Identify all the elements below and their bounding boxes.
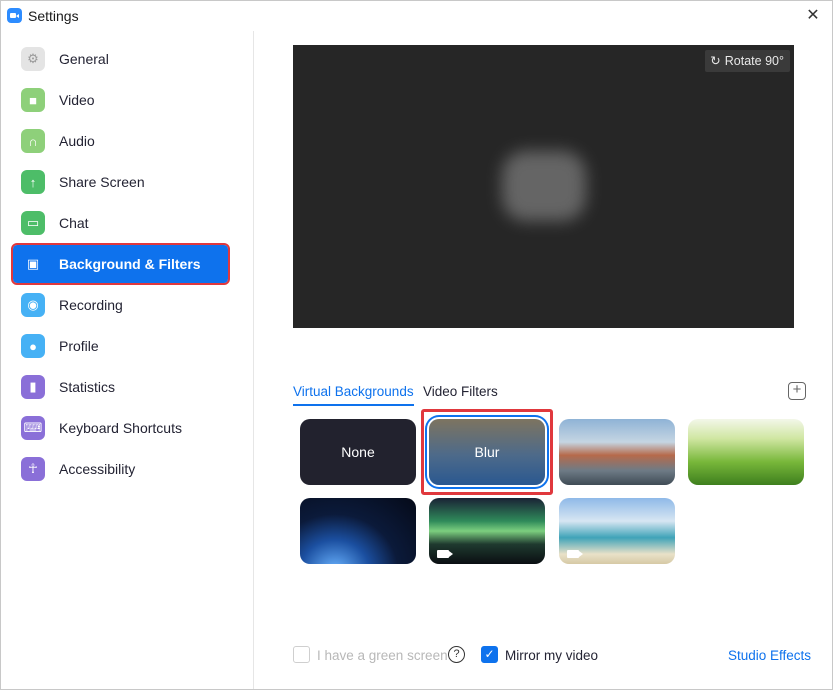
blurred-camera-logo: [502, 151, 586, 221]
rotate-icon: ↻: [710, 54, 721, 68]
background-earth-from-space[interactable]: [300, 498, 416, 564]
video-camera-icon: ■: [21, 88, 45, 112]
keyboard-icon: ⌨: [21, 416, 45, 440]
sidebar-item-audio[interactable]: ∩ Audio: [13, 122, 228, 160]
sidebar-item-label: Background & Filters: [59, 256, 201, 272]
zoom-app-icon: [7, 8, 22, 23]
sidebar-item-label: Accessibility: [59, 461, 136, 477]
sidebar-item-keyboard-shortcuts[interactable]: ⌨ Keyboard Shortcuts: [13, 409, 228, 447]
add-background-icon[interactable]: +: [788, 382, 806, 400]
sidebar-item-statistics[interactable]: ▮ Statistics: [13, 368, 228, 406]
sidebar-item-label: Keyboard Shortcuts: [59, 420, 182, 436]
sidebar-item-label: Profile: [59, 338, 99, 354]
video-preview: ↻ Rotate 90°: [293, 45, 794, 328]
rotate-label: Rotate 90°: [724, 54, 784, 68]
sidebar-item-accessibility[interactable]: ☥ Accessibility: [13, 450, 228, 488]
sidebar-item-share-screen[interactable]: ↑ Share Screen: [13, 163, 228, 201]
accessibility-icon: ☥: [21, 457, 45, 481]
sidebar-item-label: Chat: [59, 215, 89, 231]
gear-icon: ⚙: [21, 47, 45, 71]
sidebar-item-label: Video: [59, 92, 95, 108]
sidebar-item-label: Audio: [59, 133, 95, 149]
mirror-video-label: Mirror my video: [505, 648, 599, 663]
sidebar-item-label: Statistics: [59, 379, 116, 395]
background-label: Blur: [474, 444, 500, 460]
record-icon: ◉: [21, 293, 45, 317]
settings-window: Settings ✕ ⚙ General ■ Video ∩ Audio ↑ S…: [0, 0, 833, 690]
sidebar-item-video[interactable]: ■ Video: [13, 81, 228, 119]
bar-chart-icon: ▮: [21, 375, 45, 399]
sidebar-item-label: General: [59, 51, 109, 67]
window-title: Settings: [28, 8, 79, 24]
tab-virtual-backgrounds[interactable]: Virtual Backgrounds: [293, 382, 414, 406]
tab-video-filters[interactable]: Video Filters: [423, 382, 498, 406]
background-tabs: Virtual Backgrounds Video Filters +: [293, 382, 806, 406]
chat-bubble-icon: ▭: [21, 211, 45, 235]
person-icon: ●: [21, 334, 45, 358]
mirror-video-checkbox[interactable]: ✓: [481, 646, 498, 663]
green-screen-label: I have a green screen: [317, 648, 448, 663]
background-blur[interactable]: Blur: [429, 419, 545, 485]
sidebar-item-label: Recording: [59, 297, 123, 313]
studio-effects-link[interactable]: Studio Effects: [728, 648, 811, 663]
sidebar-item-profile[interactable]: ● Profile: [13, 327, 228, 365]
title-bar: Settings ✕: [1, 1, 832, 31]
settings-sidebar: ⚙ General ■ Video ∩ Audio ↑ Share Screen…: [1, 31, 254, 689]
close-icon[interactable]: ✕: [800, 3, 826, 29]
share-screen-icon: ↑: [21, 170, 45, 194]
background-golden-gate-bridge[interactable]: [559, 419, 675, 485]
background-beach[interactable]: [559, 498, 675, 564]
background-grass[interactable]: [688, 419, 804, 485]
rotate-button[interactable]: ↻ Rotate 90°: [705, 50, 790, 72]
sidebar-item-chat[interactable]: ▭ Chat: [13, 204, 228, 242]
sidebar-item-recording[interactable]: ◉ Recording: [13, 286, 228, 324]
background-aurora[interactable]: [429, 498, 545, 564]
person-card-icon: ▣: [26, 256, 40, 271]
sidebar-item-label: Share Screen: [59, 174, 145, 190]
background-none[interactable]: None: [300, 419, 416, 485]
video-camera-icon: [437, 550, 449, 558]
headphones-icon: ∩: [21, 129, 45, 153]
green-screen-checkbox[interactable]: [293, 646, 310, 663]
help-icon[interactable]: ?: [448, 646, 465, 663]
background-label: None: [341, 444, 375, 460]
video-camera-icon: [567, 550, 579, 558]
sidebar-item-general[interactable]: ⚙ General: [13, 40, 228, 78]
sidebar-item-background-filters[interactable]: ▣ Background & Filters: [11, 243, 230, 285]
